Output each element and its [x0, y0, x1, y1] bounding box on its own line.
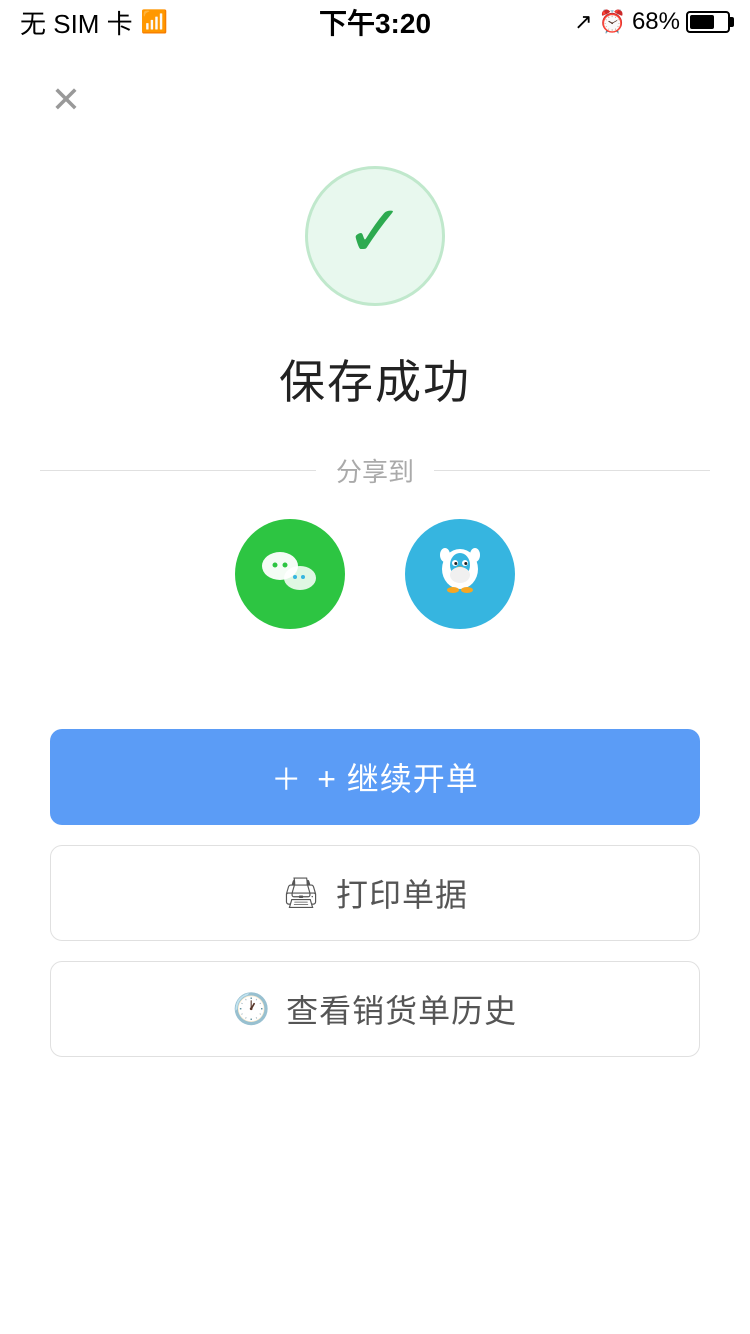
share-icons [235, 519, 515, 629]
no-sim-text: 无 SIM 卡 [20, 4, 133, 41]
status-time: 下午3:20 [319, 2, 431, 42]
printer-icon: 🖨 [282, 876, 320, 911]
continue-order-button[interactable]: ＋ + 继续开单 [50, 729, 700, 825]
battery-percent: 68% [632, 8, 680, 36]
print-button[interactable]: 🖨 打印单据 [50, 845, 700, 941]
continue-order-label: + 继续开单 [317, 754, 479, 800]
qq-icon [431, 543, 489, 605]
clock-icon: 🕐 [233, 992, 270, 1027]
status-left: 无 SIM 卡 📶 [20, 4, 168, 41]
divider-line-right [434, 470, 710, 471]
action-buttons: ＋ + 继续开单 🖨 打印单据 🕐 查看销货单历史 [40, 729, 710, 1057]
battery-icon [686, 11, 730, 33]
print-label: 打印单据 [336, 870, 468, 916]
location-icon: ↗ [574, 9, 592, 35]
main-content: ✕ ✓ 保存成功 分享到 [0, 44, 750, 1057]
close-button[interactable]: ✕ [40, 74, 92, 126]
success-section: ✓ 保存成功 分享到 [40, 146, 710, 729]
wifi-icon: 📶 [141, 9, 168, 35]
plus-icon: ＋ [271, 755, 301, 799]
share-divider: 分享到 [40, 452, 710, 489]
wechat-icon [256, 540, 324, 608]
wechat-share-button[interactable] [235, 519, 345, 629]
history-label: 查看销货单历史 [286, 986, 517, 1032]
success-circle: ✓ [305, 166, 445, 306]
alarm-icon: ⏰ [599, 9, 626, 35]
share-label: 分享到 [316, 452, 434, 489]
status-bar: 无 SIM 卡 📶 下午3:20 ↗ ⏰ 68% [0, 0, 750, 44]
success-title: 保存成功 [279, 346, 471, 412]
divider-line-left [40, 470, 316, 471]
checkmark-icon: ✓ [345, 196, 405, 268]
close-icon: ✕ [51, 82, 81, 118]
history-button[interactable]: 🕐 查看销货单历史 [50, 961, 700, 1057]
status-right: ↗ ⏰ 68% [574, 8, 730, 36]
qq-share-button[interactable] [405, 519, 515, 629]
